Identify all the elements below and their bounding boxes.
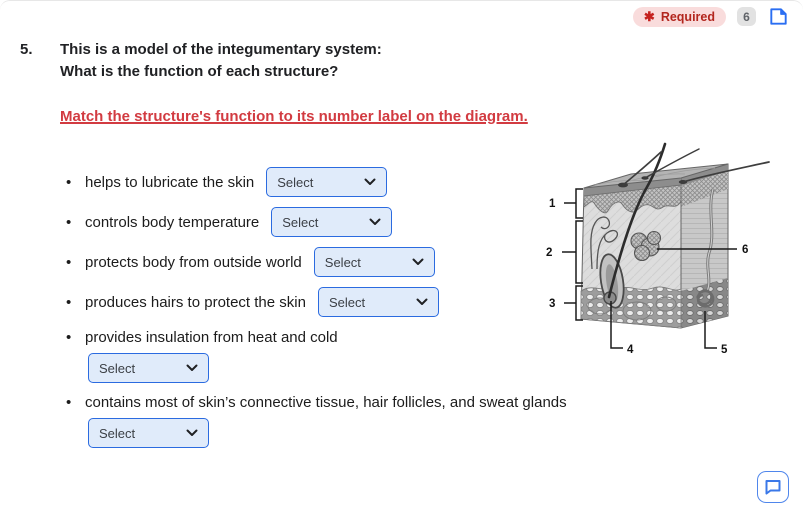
diagram-label-3: 3 — [549, 298, 555, 310]
skin-diagram: 1 2 3 4 5 6 — [535, 141, 803, 371]
bullet-dot: • — [66, 253, 72, 271]
function-select-1[interactable]: Select — [266, 167, 388, 197]
diagram-label-5: 5 — [721, 344, 728, 356]
function-select-4[interactable]: Select — [317, 287, 439, 317]
diagram-label-1: 1 — [549, 198, 556, 210]
question-topbar: ✱ Required 6 — [632, 5, 790, 28]
question-text: This is a model of the integumentary sys… — [60, 39, 382, 83]
select-value: Select — [282, 214, 319, 230]
comment-button[interactable] — [757, 471, 789, 503]
required-badge: ✱ Required — [632, 6, 726, 27]
match-row-label: helps to lubricate the skin — [85, 173, 255, 191]
match-row-label: produces hairs to protect the skin — [85, 293, 306, 311]
skin-model-illustration: 1 2 3 4 5 6 — [546, 142, 770, 356]
match-row-label: controls body temperature — [85, 213, 260, 231]
quiz-question-card: ✱ Required 6 5. This is a model of the i… — [0, 0, 803, 515]
chevron-down-icon — [412, 258, 424, 265]
file-icon — [770, 8, 787, 25]
chevron-down-icon — [416, 298, 428, 305]
match-instruction: Match the structure's function to its nu… — [60, 108, 528, 125]
match-row-label: protects body from outside world — [85, 253, 302, 271]
comment-icon — [765, 480, 781, 495]
diagram-label-2: 2 — [546, 247, 552, 259]
select-value: Select — [328, 294, 366, 310]
bullet-dot: • — [66, 293, 72, 311]
question-block: 5. This is a model of the integumentary … — [20, 39, 382, 83]
function-select-5[interactable]: Select — [88, 353, 209, 383]
question-line-2: What is the function of each structure? — [60, 63, 339, 80]
match-row-label: provides insulation from heat and cold — [85, 329, 338, 346]
diagram-label-6: 6 — [742, 244, 748, 256]
select-value: Select — [277, 174, 314, 190]
select-value: Select — [99, 425, 136, 441]
chevron-down-icon — [369, 218, 381, 225]
select-value: Select — [324, 254, 361, 270]
select-value: Select — [99, 360, 136, 376]
bullet-dot: • — [66, 329, 72, 346]
match-row: • contains most of skin’s connective tis… — [60, 392, 700, 448]
bullet-dot: • — [66, 394, 72, 411]
question-count-badge: 6 — [737, 7, 756, 26]
function-select-6[interactable]: Select — [88, 418, 209, 448]
function-select-3[interactable]: Select — [313, 247, 435, 277]
required-label: Required — [660, 9, 715, 24]
asterisk-icon: ✱ — [643, 9, 655, 24]
bullet-dot: • — [66, 173, 72, 191]
function-select-2[interactable]: Select — [271, 207, 393, 237]
question-number: 5. — [20, 41, 33, 58]
page-file-button[interactable] — [767, 5, 790, 28]
hypodermis-layer — [580, 286, 682, 329]
match-row-label: contains most of skin’s connective tissu… — [85, 394, 567, 411]
chevron-down-icon — [364, 178, 376, 185]
bullet-dot: • — [66, 213, 72, 231]
diagram-label-4: 4 — [627, 344, 634, 356]
question-line-1: This is a model of the integumentary sys… — [60, 41, 382, 58]
chevron-down-icon — [186, 429, 198, 436]
chevron-down-icon — [186, 364, 198, 371]
block-front-face — [580, 177, 682, 329]
